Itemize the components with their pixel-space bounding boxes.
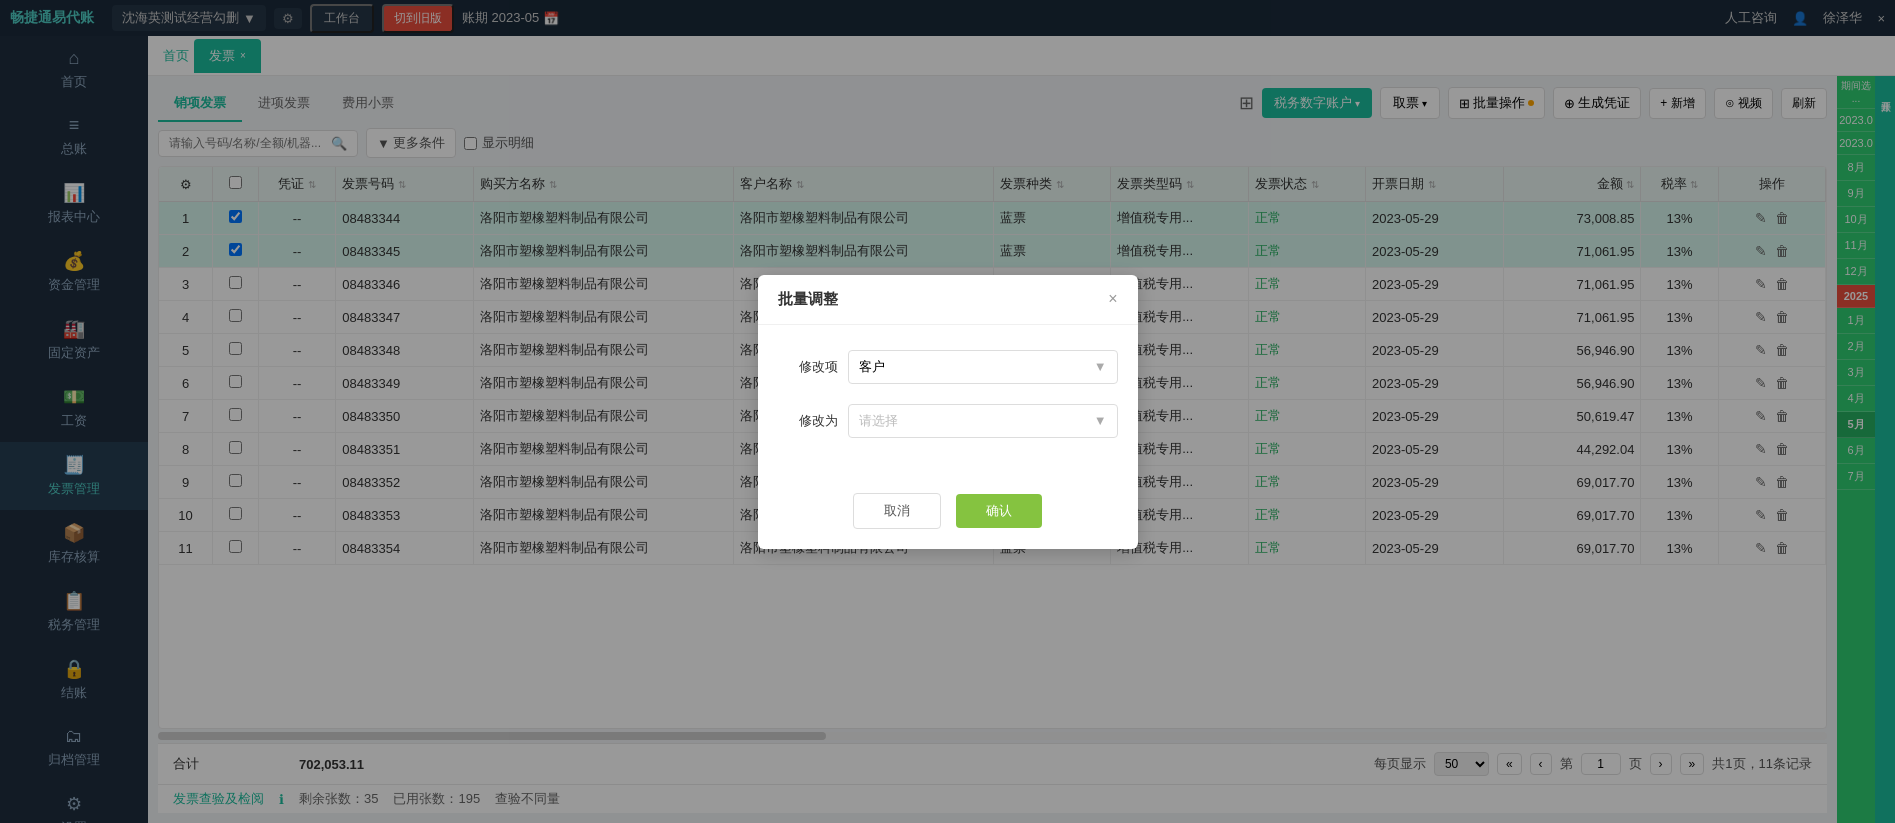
modal-header: 批量调整 × bbox=[758, 275, 1138, 325]
modal-overlay[interactable]: 批量调整 × 修改项 客户 ▼ 修改为 请选择 ▼ 取消 确认 bbox=[0, 0, 1895, 823]
field-select-value: 客户 bbox=[859, 358, 885, 376]
field-label: 修改项 bbox=[778, 358, 838, 376]
modify-placeholder: 请选择 bbox=[859, 412, 898, 430]
modify-select-arrow: ▼ bbox=[1094, 413, 1107, 428]
cancel-button[interactable]: 取消 bbox=[853, 493, 941, 529]
modal-body: 修改项 客户 ▼ 修改为 请选择 ▼ bbox=[758, 325, 1138, 483]
batch-adjust-modal: 批量调整 × 修改项 客户 ▼ 修改为 请选择 ▼ 取消 确认 bbox=[758, 275, 1138, 549]
modal-footer: 取消 确认 bbox=[758, 483, 1138, 549]
form-row-field: 修改项 客户 ▼ bbox=[778, 350, 1118, 384]
field-select-arrow: ▼ bbox=[1094, 359, 1107, 374]
modify-label: 修改为 bbox=[778, 412, 838, 430]
confirm-button[interactable]: 确认 bbox=[956, 494, 1042, 528]
form-row-modify: 修改为 请选择 ▼ bbox=[778, 404, 1118, 438]
modal-title: 批量调整 bbox=[778, 290, 838, 309]
modal-close-button[interactable]: × bbox=[1108, 290, 1117, 308]
modify-select[interactable]: 请选择 ▼ bbox=[848, 404, 1118, 438]
field-select[interactable]: 客户 ▼ bbox=[848, 350, 1118, 384]
